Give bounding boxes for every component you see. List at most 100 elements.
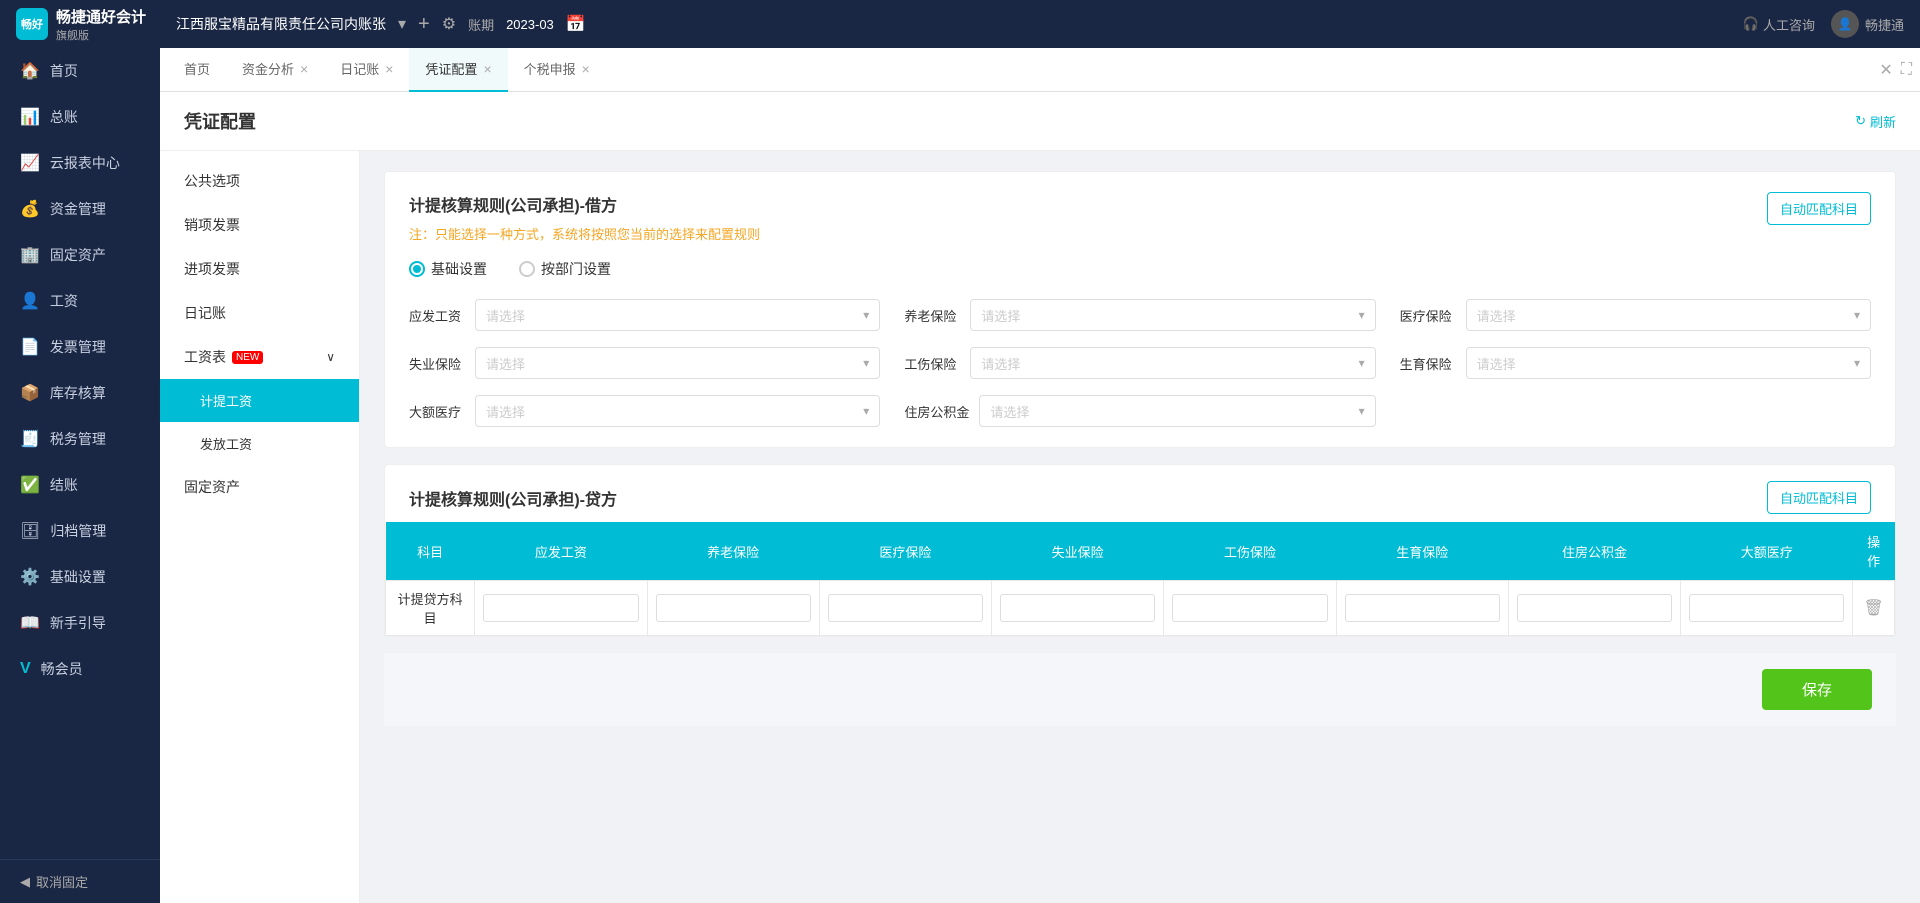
top-center: 江西服宝精品有限责任公司内账张 ▾ + ⚙ 账期 2023-03 📅: [176, 13, 1743, 36]
select-yingfa[interactable]: 请选择 ▾: [475, 299, 880, 331]
period-label: 账期: [468, 15, 494, 34]
radio-basic[interactable]: 基础设置: [409, 259, 487, 279]
nav-accrual-salary[interactable]: 计提工资: [160, 379, 359, 422]
label-shiye: 失业保险: [409, 354, 465, 373]
nav-pay-salary[interactable]: 发放工资: [160, 422, 359, 465]
select-yiliao[interactable]: 请选择 ▾: [1466, 299, 1871, 331]
refresh-btn[interactable]: ↻ 刷新: [1855, 112, 1896, 131]
nav-public-options[interactable]: 公共选项: [160, 159, 359, 203]
tab-tax-report[interactable]: 个税申报 ×: [508, 48, 606, 92]
tab-tax-close[interactable]: ×: [582, 61, 590, 77]
tab-close-all-icon[interactable]: ✕: [1879, 60, 1892, 80]
th-daeyiliao: 大额医疗: [1681, 522, 1853, 581]
select-daeyiliao-placeholder: 请选择: [486, 402, 525, 421]
sidebar-item-tax[interactable]: 🧾 税务管理: [0, 416, 160, 462]
select-gongjijin-placeholder: 请选择: [990, 402, 1029, 421]
home-icon: 🏠: [20, 61, 40, 81]
sidebar-item-checkout[interactable]: ✅ 结账: [0, 462, 160, 508]
input-gongshang[interactable]: [1172, 594, 1327, 622]
left-nav: 公共选项 销项发票 进项发票 日记账 工资表 NEW ∨: [160, 151, 360, 903]
settings-icon-btn[interactable]: ⚙: [442, 14, 456, 34]
sidebar-item-ledger[interactable]: 📊 总账: [0, 94, 160, 140]
sidebar-item-inventory[interactable]: 📦 库存核算: [0, 370, 160, 416]
period-value: 2023-03: [506, 17, 554, 32]
sidebar-item-salary[interactable]: 👤 工资: [0, 278, 160, 324]
tab-voucher-config-label: 凭证配置: [425, 59, 477, 78]
input-yiliao[interactable]: [828, 594, 983, 622]
sidebar-item-assets[interactable]: 🏢 固定资产: [0, 232, 160, 278]
add-company-btn[interactable]: +: [418, 13, 430, 36]
save-button[interactable]: 保存: [1762, 669, 1872, 710]
calendar-icon[interactable]: 📅: [566, 14, 586, 34]
refresh-label: 刷新: [1870, 112, 1896, 131]
select-yanglao-placeholder: 请选择: [981, 306, 1020, 325]
sidebar-bottom: ◀ 取消固定: [0, 859, 160, 903]
select-gongshang[interactable]: 请选择 ▾: [970, 347, 1375, 379]
delete-row-icon[interactable]: 🗑: [1864, 600, 1884, 617]
credit-auto-match-btn[interactable]: 自动匹配科目: [1767, 481, 1871, 514]
input-daeyiliao[interactable]: [1689, 594, 1844, 622]
select-yanglao[interactable]: 请选择 ▾: [970, 299, 1375, 331]
nav-pay-salary-label: 发放工资: [200, 434, 252, 453]
sidebar-item-archive[interactable]: 🗄 归档管理: [0, 508, 160, 554]
tab-journal-close[interactable]: ×: [385, 61, 393, 77]
sidebar-item-home[interactable]: 🏠 首页: [0, 48, 160, 94]
tab-expand-icon[interactable]: ⛶: [1901, 61, 1912, 79]
sidebar-label-tax: 税务管理: [50, 429, 106, 449]
sidebar-item-basic-settings[interactable]: ⚙️ 基础设置: [0, 554, 160, 600]
cell-gongjijin: [1508, 581, 1680, 636]
tab-bar: 首页 资金分析 × 日记账 × 凭证配置 × 个税申报 × ✕ ⛶: [160, 48, 1920, 92]
tab-voucher-config[interactable]: 凭证配置 ×: [409, 48, 507, 92]
sidebar-item-vip[interactable]: V 畅会员: [0, 646, 160, 692]
debit-section: 计提核算规则(公司承担)-借方 注：只能选择一种方式，系统将按照您当前的选择来配…: [384, 171, 1896, 448]
tab-journal[interactable]: 日记账 ×: [324, 48, 409, 92]
tab-bar-right: ✕ ⛶: [1879, 60, 1912, 80]
input-shiye[interactable]: [1000, 594, 1155, 622]
cancel-fixed-btn[interactable]: ◀ 取消固定: [0, 859, 160, 903]
select-yanglao-arrow: ▾: [1359, 308, 1365, 322]
tab-home[interactable]: 首页: [168, 48, 226, 92]
main-layout: 🏠 首页 📊 总账 📈 云报表中心 💰 资金管理 🏢 固定资产 👤 工资 📄 发…: [0, 48, 1920, 903]
select-shengyu[interactable]: 请选择 ▾: [1466, 347, 1871, 379]
input-yingfa[interactable]: [483, 594, 638, 622]
service-btn[interactable]: 🎧 人工咨询: [1743, 15, 1815, 34]
debit-section-title: 计提核算规则(公司承担)-借方: [409, 192, 760, 216]
sidebar-item-invoice[interactable]: 📄 发票管理: [0, 324, 160, 370]
radio-basic-circle: [409, 261, 425, 277]
sidebar-label-archive: 归档管理: [50, 521, 106, 541]
select-shiye[interactable]: 请选择 ▾: [475, 347, 880, 379]
form-row-gongshang: 工伤保险 请选择 ▾: [904, 347, 1375, 379]
company-dropdown-btn[interactable]: ▾: [398, 14, 406, 34]
radio-department[interactable]: 按部门设置: [519, 259, 611, 279]
form-row-gongjijin: 住房公积金 请选择 ▾: [904, 395, 1375, 427]
debit-auto-match-btn[interactable]: 自动匹配科目: [1767, 192, 1871, 225]
tab-funds-close[interactable]: ×: [300, 61, 308, 77]
credit-table-body: 计提贷方科目 🗑: [386, 581, 1895, 636]
tab-funds[interactable]: 资金分析 ×: [226, 48, 324, 92]
logo-area: 畅好 畅捷通好会计 旗舰版: [16, 6, 176, 43]
sidebar-label-home: 首页: [50, 61, 78, 81]
nav-journal[interactable]: 日记账: [160, 291, 359, 335]
tab-voucher-close[interactable]: ×: [483, 61, 491, 77]
cell-shengyu: [1336, 581, 1508, 636]
sidebar-item-reports[interactable]: 📈 云报表中心: [0, 140, 160, 186]
label-daeyiliao: 大额医疗: [409, 402, 465, 421]
input-yanglao[interactable]: [656, 594, 811, 622]
sidebar-item-funds[interactable]: 💰 资金管理: [0, 186, 160, 232]
credit-section-header: 计提核算规则(公司承担)-贷方 自动匹配科目: [385, 465, 1895, 522]
select-daeyiliao[interactable]: 请选择 ▾: [475, 395, 880, 427]
nav-fixed-assets[interactable]: 固定资产: [160, 465, 359, 509]
label-yingfa: 应发工资: [409, 306, 465, 325]
sidebar-item-guide[interactable]: 📖 新手引导: [0, 600, 160, 646]
nav-salary-table[interactable]: 工资表 NEW ∨: [160, 335, 359, 379]
input-shengyu[interactable]: [1345, 594, 1500, 622]
nav-sales-invoice[interactable]: 销项发票: [160, 203, 359, 247]
sidebar-label-inventory: 库存核算: [50, 383, 106, 403]
sidebar: 🏠 首页 📊 总账 📈 云报表中心 💰 资金管理 🏢 固定资产 👤 工资 📄 发…: [0, 48, 160, 903]
tab-journal-label: 日记账: [340, 59, 379, 78]
sidebar-label-invoice: 发票管理: [50, 337, 106, 357]
select-gongjijin[interactable]: 请选择 ▾: [979, 395, 1375, 427]
input-gongjijin[interactable]: [1517, 594, 1672, 622]
nav-purchase-invoice[interactable]: 进项发票: [160, 247, 359, 291]
user-area[interactable]: 👤 畅捷通: [1831, 10, 1904, 38]
